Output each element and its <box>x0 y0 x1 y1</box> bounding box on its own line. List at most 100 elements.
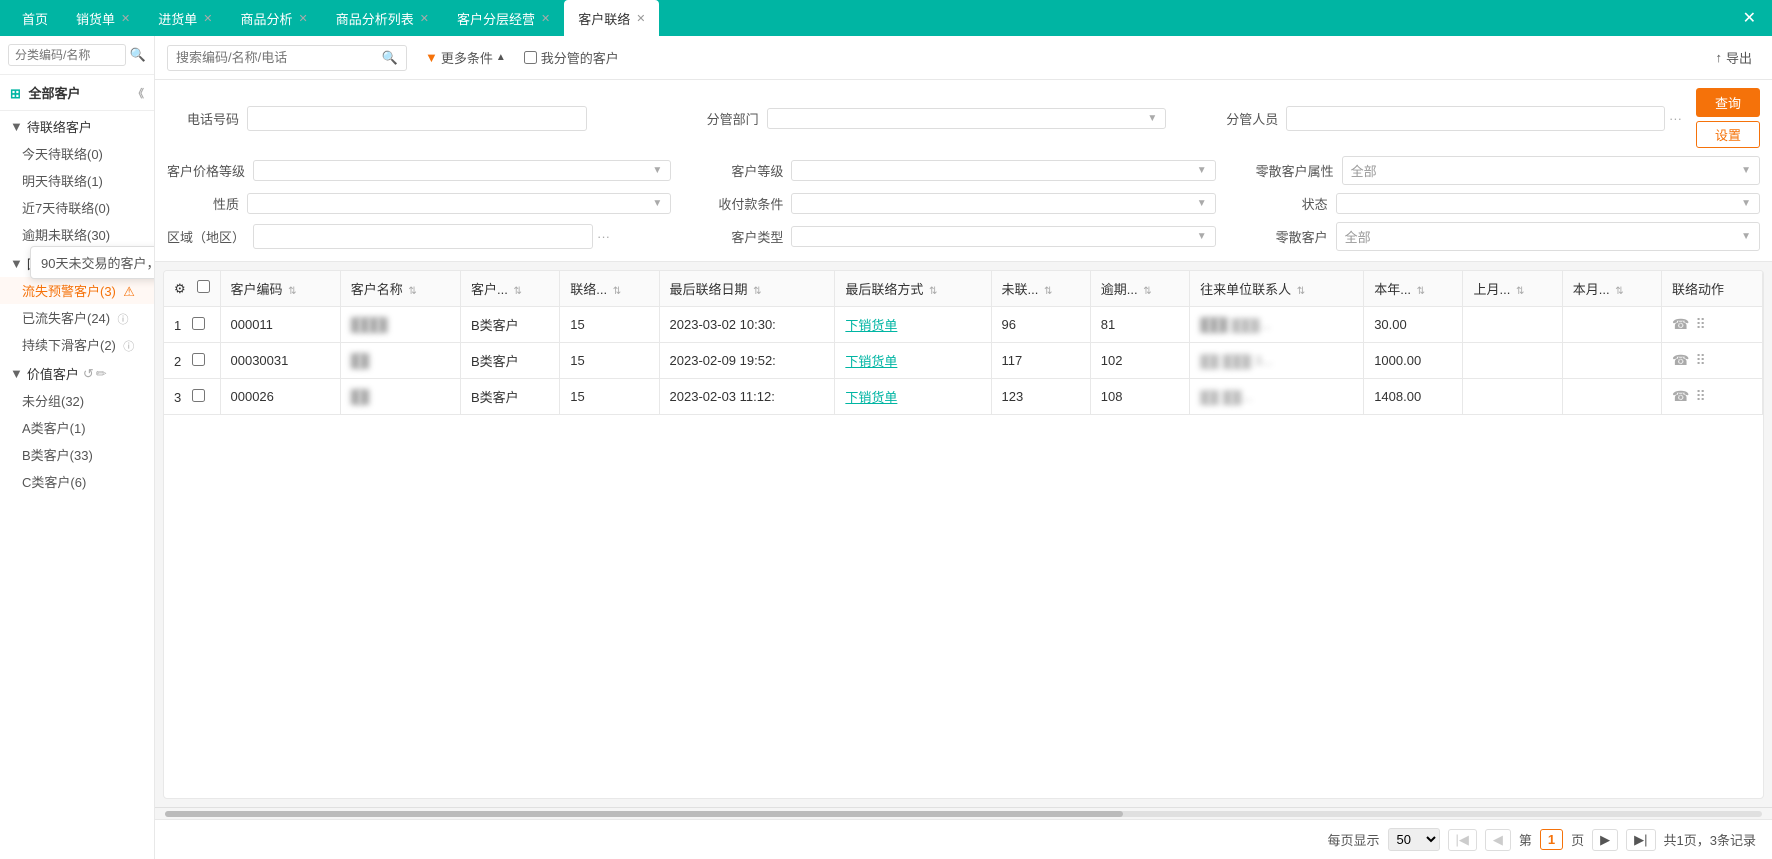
window-close-button[interactable]: ✕ <box>1735 4 1764 32</box>
current-page-number: 1 <box>1540 829 1563 850</box>
filter-person: 分管人员 ··· <box>1206 106 1686 131</box>
contact-method-link[interactable]: 下销货单 <box>845 390 897 405</box>
filter-customer-type-select[interactable]: ▼ <box>791 226 1215 247</box>
sidebar-all-customers[interactable]: ⊞ 全部客户 《 <box>0 75 154 111</box>
sort-icon[interactable]: ⇅ <box>1417 286 1425 297</box>
settings-button[interactable]: 设置 <box>1696 121 1760 148</box>
filter-panel: 电话号码 分管部门 ▼ 分管人员 ··· <box>155 80 1772 262</box>
close-icon[interactable]: ✕ <box>541 12 550 25</box>
sidebar-item-tomorrow-pending[interactable]: 明天待联络(1) <box>0 167 154 194</box>
filter-phone-input[interactable] <box>247 106 587 131</box>
filter-zero-retail-select[interactable]: 全部 ▼ <box>1336 222 1760 251</box>
horizontal-scrollbar[interactable] <box>155 807 1772 819</box>
search-input[interactable] <box>176 50 378 65</box>
last-page-button[interactable]: ▶| <box>1626 829 1655 851</box>
sidebar-search-icon[interactable]: 🔍 <box>130 47 146 63</box>
sidebar-search-input[interactable] <box>8 44 126 66</box>
contact-method-link[interactable]: 下销货单 <box>845 318 897 333</box>
query-button[interactable]: 查询 <box>1696 88 1760 117</box>
sidebar-item-declining[interactable]: 持续下滑客户(2) ⓘ <box>0 331 154 358</box>
sidebar-item-ungrouped[interactable]: 未分组(32) <box>0 387 154 414</box>
my-customers-check-input[interactable] <box>524 51 537 64</box>
area-more-icon[interactable]: ··· <box>593 229 614 244</box>
row-checkbox[interactable] <box>192 353 205 366</box>
contact-icon[interactable]: ☎ <box>1672 316 1689 333</box>
tab-product-analysis-list[interactable]: 商品分析列表 ✕ <box>322 0 443 36</box>
sidebar-group-value[interactable]: ▼ 价值客户 ↺ ✏ <box>0 358 154 387</box>
contact-icon[interactable]: ☎ <box>1672 352 1689 369</box>
sidebar-item-overdue-contact[interactable]: 逾期未联络(30) <box>0 221 154 248</box>
sort-icon[interactable]: ⇅ <box>408 286 416 297</box>
sidebar-item-class-a[interactable]: A类客户(1) <box>0 414 154 441</box>
close-icon[interactable]: ✕ <box>121 12 130 25</box>
first-page-button[interactable]: |◀ <box>1448 829 1477 851</box>
tab-product-analysis[interactable]: 商品分析 ✕ <box>226 0 321 36</box>
filter-dept-select[interactable]: ▼ <box>767 108 1167 129</box>
tab-purchase[interactable]: 进货单 ✕ <box>144 0 226 36</box>
contact-icon[interactable]: ☎ <box>1672 388 1689 405</box>
next-page-button[interactable]: ▶ <box>1592 829 1618 851</box>
sort-icon[interactable]: ⇅ <box>929 286 937 297</box>
tab-customer-tier[interactable]: 客户分层经营 ✕ <box>443 0 564 36</box>
sidebar-item-class-c[interactable]: C类客户(6) <box>0 468 154 495</box>
filter-price-level-select[interactable]: ▼ <box>253 160 671 181</box>
collapse-icon[interactable]: 《 <box>133 85 144 101</box>
sort-icon[interactable]: ⇅ <box>1297 286 1305 297</box>
more-action-icon[interactable]: ⠿ <box>1696 352 1706 369</box>
sort-icon[interactable]: ⇅ <box>1516 286 1524 297</box>
sidebar-group-pending[interactable]: ▼ 待联络客户 <box>0 111 154 140</box>
sort-icon[interactable]: ⇅ <box>613 286 621 297</box>
edit-icon[interactable]: ✏ <box>96 366 107 382</box>
tab-customer-contact[interactable]: 客户联络 ✕ <box>564 0 659 36</box>
th-type: 客户... ⇅ <box>460 271 559 307</box>
export-button[interactable]: ↑ 导出 <box>1707 44 1760 71</box>
sidebar-item-churn-warning[interactable]: 流失预警客户(3) ⚠ <box>0 277 154 304</box>
chevron-down-icon: ▼ <box>652 165 662 176</box>
refresh-icon[interactable]: ↺ <box>83 366 94 382</box>
row-seq: 1 <box>174 318 181 333</box>
close-icon[interactable]: ✕ <box>203 12 212 25</box>
my-customers-checkbox[interactable]: 我分管的客户 <box>524 48 619 67</box>
search-bar: 🔍 ▼ 更多条件 ▲ 我分管的客户 ↑ 导出 <box>155 36 1772 80</box>
sort-icon[interactable]: ⇅ <box>1143 286 1151 297</box>
select-all-checkbox[interactable] <box>197 280 210 293</box>
sort-icon[interactable]: ⇅ <box>513 286 521 297</box>
sort-icon[interactable]: ⇅ <box>288 286 296 297</box>
prev-page-button[interactable]: ◀ <box>1485 829 1511 851</box>
th-this-month: 本月... ⇅ <box>1562 271 1661 307</box>
search-icon[interactable]: 🔍 <box>382 50 398 66</box>
th-contact: 联络... ⇅ <box>560 271 659 307</box>
close-icon[interactable]: ✕ <box>299 12 308 25</box>
gear-icon[interactable]: ⚙ <box>174 281 186 296</box>
more-options-icon[interactable]: ··· <box>1665 111 1686 126</box>
th-overdue: 逾期... ⇅ <box>1090 271 1189 307</box>
more-action-icon[interactable]: ⠿ <box>1696 388 1706 405</box>
filter-nature-select[interactable]: ▼ <box>247 193 671 214</box>
more-filter-button[interactable]: ▼ 更多条件 ▲ <box>417 44 514 71</box>
filter-area-input[interactable] <box>253 224 593 249</box>
scrollbar-thumb[interactable] <box>165 811 1123 817</box>
filter-zero-retail-attr-select[interactable]: 全部 ▼ <box>1342 156 1760 185</box>
filter-customer-level-select[interactable]: ▼ <box>791 160 1215 181</box>
sort-icon[interactable]: ⇅ <box>753 286 761 297</box>
td-uncontacted: 117 <box>991 343 1090 379</box>
tab-sales[interactable]: 销货单 ✕ <box>62 0 144 36</box>
info-icon: ⓘ <box>117 314 128 326</box>
row-checkbox[interactable] <box>192 317 205 330</box>
sidebar-item-today-pending[interactable]: 今天待联络(0) <box>0 140 154 167</box>
close-icon[interactable]: ✕ <box>420 12 429 25</box>
row-checkbox[interactable] <box>192 389 205 402</box>
close-icon[interactable]: ✕ <box>636 12 645 25</box>
contact-method-link[interactable]: 下销货单 <box>845 354 897 369</box>
filter-person-input[interactable] <box>1286 106 1665 131</box>
filter-status-select[interactable]: ▼ <box>1336 193 1760 214</box>
sidebar-item-churned[interactable]: 已流失客户(24) ⓘ <box>0 304 154 331</box>
tab-home[interactable]: 首页 <box>8 0 62 36</box>
more-action-icon[interactable]: ⠿ <box>1696 316 1706 333</box>
sort-icon[interactable]: ⇅ <box>1044 286 1052 297</box>
sort-icon[interactable]: ⇅ <box>1615 286 1623 297</box>
filter-payment-select[interactable]: ▼ <box>791 193 1215 214</box>
per-page-select[interactable]: 50 100 200 <box>1388 828 1440 851</box>
sidebar-item-week-pending[interactable]: 近7天待联络(0) <box>0 194 154 221</box>
sidebar-item-class-b[interactable]: B类客户(33) <box>0 441 154 468</box>
